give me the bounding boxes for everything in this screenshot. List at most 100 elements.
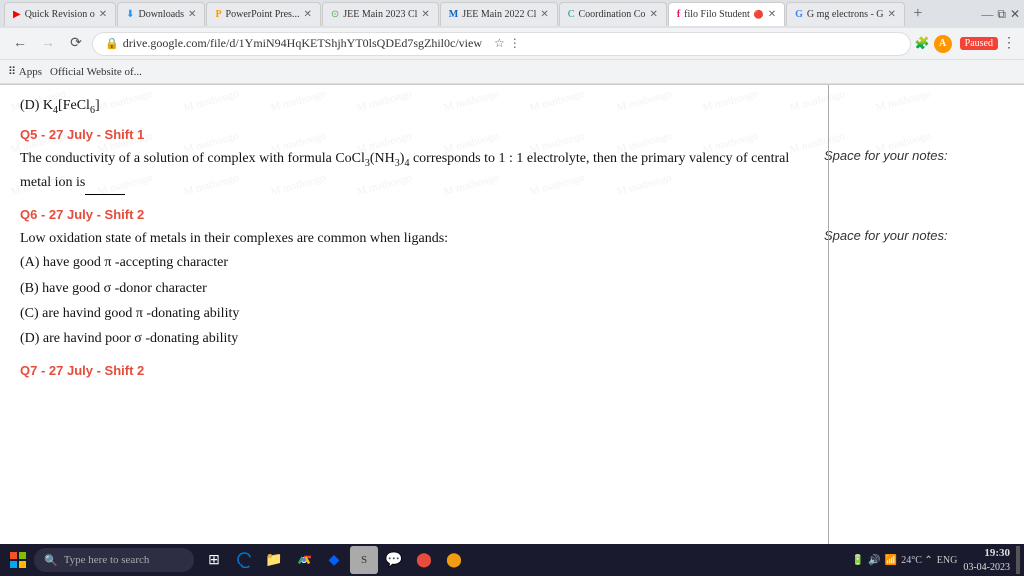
tab4-label: JEE Main 2023 Cl xyxy=(343,9,417,20)
address-bar[interactable]: 🔒 drive.google.com/file/d/1YmiN94HqKETSh… xyxy=(92,32,911,56)
prev-answer: (D) K4[FeCl6] xyxy=(20,95,1004,119)
back-button[interactable]: ← xyxy=(8,32,32,56)
tab-1[interactable]: ▶ Quick Revision o ✕ xyxy=(4,2,116,26)
lang-indicator: ENG xyxy=(937,555,958,566)
paused-badge: Paused xyxy=(960,37,998,50)
tab2-label: Downloads xyxy=(138,9,184,20)
tab-5[interactable]: M JEE Main 2022 Cl ✕ xyxy=(440,2,558,26)
tab8-close[interactable]: ✕ xyxy=(888,9,896,20)
window-restore[interactable]: ⧉ xyxy=(997,7,1006,22)
taskbar-app8[interactable]: ⬤ xyxy=(410,546,438,574)
tab7-favicon: f xyxy=(677,9,680,20)
q7-label: Q7 - 27 July - Shift 2 xyxy=(20,363,1004,378)
tab3-favicon: P xyxy=(215,9,221,20)
bookmark-official[interactable]: Official Website of... xyxy=(50,66,142,78)
q6-text: Low oxidation state of metals in their c… xyxy=(20,228,804,250)
apps-shortcut[interactable]: ⠿ Apps xyxy=(8,65,42,78)
tab-6[interactable]: C Coordination Co ✕ xyxy=(559,2,667,26)
address-text: drive.google.com/file/d/1YmiN94HqKETShjh… xyxy=(123,36,482,51)
tray-icons: 🔋 xyxy=(852,555,864,566)
tab8-label: G mg electrons - G xyxy=(807,9,884,20)
reload-button[interactable]: ⟳ xyxy=(64,32,88,56)
ssl-lock-icon: 🔒 xyxy=(105,37,119,50)
q6-option-c: (C) are havind good π -donating ability xyxy=(20,301,804,326)
profile-icon[interactable]: A xyxy=(934,35,952,53)
q6-option-b: (B) have good σ -donor character xyxy=(20,276,804,301)
q5-text: The conductivity of a solution of comple… xyxy=(20,148,804,195)
tab7-label: filo Filo Student xyxy=(684,9,750,20)
clock-date: 03-04-2023 xyxy=(963,561,1010,574)
start-button[interactable] xyxy=(4,546,32,574)
taskbar-apps: ⊞ 📁 ◆ S 💬 ⬤ ⬤ xyxy=(200,546,468,574)
search-label: Type here to search xyxy=(64,554,150,566)
tab5-favicon: M xyxy=(449,9,458,20)
taskbar-edge[interactable] xyxy=(230,546,258,574)
tab6-label: Coordination Co xyxy=(578,9,645,20)
tab1-label: Quick Revision o xyxy=(25,9,95,20)
taskbar-dropbox[interactable]: ◆ xyxy=(320,546,348,574)
show-desktop-button[interactable] xyxy=(1016,546,1020,574)
network-icon[interactable]: 📶 xyxy=(885,555,897,566)
main-content: M mathongo M mathongo M mathongo M matho… xyxy=(0,85,1024,545)
taskbar-cortana[interactable]: ⊞ xyxy=(200,546,228,574)
extension-icon[interactable]: ⋮ xyxy=(509,36,521,51)
q5-notes-label: Space for your notes: xyxy=(824,148,1004,163)
tab3-close[interactable]: ✕ xyxy=(303,9,311,20)
taskbar-fileexplorer[interactable]: 📁 xyxy=(260,546,288,574)
clock-time: 19:30 xyxy=(963,546,1010,560)
sound-icon[interactable]: 🔊 xyxy=(868,555,880,566)
tab-bar: ▶ Quick Revision o ✕ ⬇ Downloads ✕ P Pow… xyxy=(0,0,1024,28)
extensions-icon[interactable]: 🧩 xyxy=(915,36,930,51)
taskbar-chrome[interactable] xyxy=(290,546,318,574)
menu-icon[interactable]: ⋮ xyxy=(1002,35,1016,52)
bookmarks-bar: ⠿ Apps Official Website of... xyxy=(0,60,1024,84)
windows-logo-icon xyxy=(10,552,26,568)
tab5-close[interactable]: ✕ xyxy=(540,9,548,20)
q5-blank xyxy=(85,172,125,195)
q5-block: Q5 - 27 July - Shift 1 The conductivity … xyxy=(20,127,1004,195)
taskbar-app6[interactable]: S xyxy=(350,546,378,574)
window-minimize[interactable]: — xyxy=(981,7,993,22)
new-tab-button[interactable]: + xyxy=(906,2,930,26)
tab-4[interactable]: ⊙ JEE Main 2023 Cl ✕ xyxy=(322,2,439,26)
tab3-label: PowerPoint Pres... xyxy=(226,9,300,20)
q6-option-d: (D) are havind poor σ -donating ability xyxy=(20,326,804,351)
tab-7[interactable]: f filo Filo Student 🔴 ✕ xyxy=(668,2,785,26)
q6-option-a: (A) have good π -accepting character xyxy=(20,250,804,275)
tab-8[interactable]: G G mg electrons - G ✕ xyxy=(786,2,905,26)
tab2-close[interactable]: ✕ xyxy=(188,9,196,20)
taskbar-search-box[interactable]: 🔍 Type here to search xyxy=(34,548,194,572)
tab4-favicon: ⊙ xyxy=(331,9,339,20)
system-tray: 🔋 🔊 📶 24°C ⌃ ENG xyxy=(852,555,957,566)
tab1-favicon: ▶ xyxy=(13,9,21,20)
tab7-close[interactable]: ✕ xyxy=(768,9,776,20)
q6-notes-label: Space for your notes: xyxy=(824,228,1004,243)
tab4-close[interactable]: ✕ xyxy=(421,9,429,20)
tab2-favicon: ⬇ xyxy=(126,9,134,20)
taskbar: 🔍 Type here to search ⊞ 📁 ◆ S 💬 ⬤ ⬤ 🔋 🔊 … xyxy=(0,544,1024,576)
tab5-label: JEE Main 2022 Cl xyxy=(462,9,536,20)
tab-3[interactable]: P PowerPoint Pres... ✕ xyxy=(206,2,320,26)
temp-display: 24°C ⌃ xyxy=(901,555,933,566)
tab1-close[interactable]: ✕ xyxy=(99,9,107,20)
content-divider xyxy=(828,85,829,545)
prev-answer-text: (D) K4[FeCl6] xyxy=(20,95,1004,119)
clock: 19:30 03-04-2023 xyxy=(963,546,1010,573)
window-close[interactable]: ✕ xyxy=(1010,7,1020,22)
tab6-favicon: C xyxy=(568,9,575,20)
forward-button[interactable]: → xyxy=(36,32,60,56)
tab8-favicon: G xyxy=(795,9,803,20)
taskbar-app9[interactable]: ⬤ xyxy=(440,546,468,574)
bookmark-star-icon[interactable]: ☆ xyxy=(494,36,505,51)
q6-block: Q6 - 27 July - Shift 2 Low oxidation sta… xyxy=(20,207,1004,351)
tab-2[interactable]: ⬇ Downloads ✕ xyxy=(117,2,205,26)
q6-label: Q6 - 27 July - Shift 2 xyxy=(20,207,1004,222)
taskbar-skype[interactable]: 💬 xyxy=(380,546,408,574)
search-icon: 🔍 xyxy=(44,554,58,567)
temperature: 24°C xyxy=(901,555,922,566)
tab6-close[interactable]: ✕ xyxy=(649,9,657,20)
nav-bar: ← → ⟳ 🔒 drive.google.com/file/d/1YmiN94H… xyxy=(0,28,1024,60)
document-area: M mathongo M mathongo M mathongo M matho… xyxy=(0,85,1024,545)
q5-label: Q5 - 27 July - Shift 1 xyxy=(20,127,1004,142)
taskbar-right: 🔋 🔊 📶 24°C ⌃ ENG 19:30 03-04-2023 xyxy=(852,546,1020,574)
